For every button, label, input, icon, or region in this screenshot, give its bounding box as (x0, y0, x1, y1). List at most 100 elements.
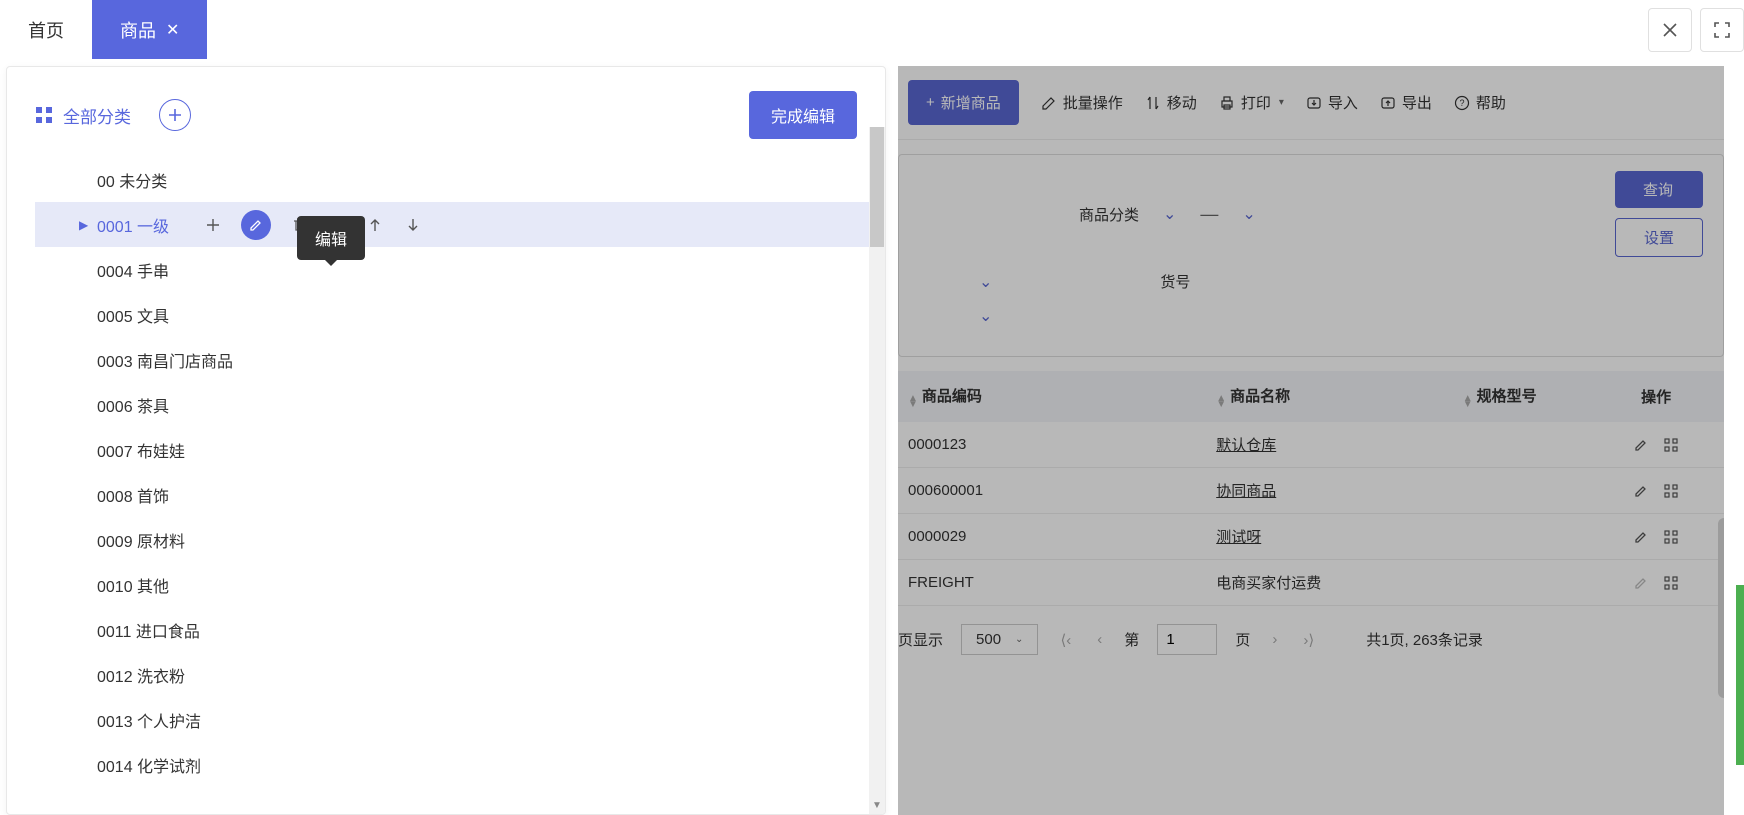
move-up-button[interactable] (365, 215, 385, 235)
page-input[interactable] (1157, 624, 1217, 655)
category-editor-panel: 全部分类 完成编辑 编辑 00 未分类 ▶ 0001 一级 0004 手串0005 文… (6, 66, 886, 815)
done-edit-button[interactable]: 完成编辑 (749, 91, 857, 139)
cell-code: 0000029 (898, 514, 1206, 560)
category-label: 0013 个人护洁 (97, 708, 201, 732)
category-item[interactable]: 0008 首饰 (35, 472, 879, 517)
edit-button[interactable] (241, 210, 271, 240)
all-categories-label[interactable]: 全部分类 (63, 103, 131, 128)
row-more-button[interactable] (1663, 483, 1679, 499)
category-item[interactable]: 0003 南昌门店商品 (35, 337, 879, 382)
fullscreen-button[interactable] (1700, 8, 1744, 52)
row-more-button[interactable] (1663, 437, 1679, 453)
col-name[interactable]: ▲▼商品名称 (1206, 371, 1453, 422)
category-item[interactable]: 00 未分类 (35, 157, 879, 202)
category-item[interactable]: 0011 进口食品 (35, 607, 879, 652)
page-label-before: 第 (1124, 629, 1139, 650)
category-item[interactable]: 0014 化学试剂 (35, 742, 879, 787)
table-row[interactable]: 000600001 协同商品 (898, 468, 1724, 514)
category-item[interactable]: ▶ 0001 一级 (35, 202, 879, 247)
filter-category-label: 商品分类 (1079, 204, 1139, 225)
page-label-after: 页 (1235, 629, 1250, 650)
col-code[interactable]: ▲▼商品编码 (898, 371, 1206, 422)
edit-tooltip: 编辑 (297, 216, 365, 260)
query-button[interactable]: 查询 (1615, 171, 1703, 208)
product-table: ▲▼商品编码 ▲▼商品名称 ▲▼规格型号 操作 0000123默认仓库00060… (898, 371, 1724, 606)
cell-ops (1588, 514, 1724, 560)
move-label: 移动 (1167, 92, 1197, 113)
category-item[interactable]: 0012 洗衣粉 (35, 652, 879, 697)
cell-name: 测试呀 (1206, 514, 1453, 560)
row-edit-button (1633, 575, 1649, 591)
table-row[interactable]: 0000029 测试呀 (898, 514, 1724, 560)
next-page-button[interactable]: › (1268, 631, 1281, 648)
move-down-button[interactable] (403, 215, 423, 235)
export-button[interactable]: 导出 (1380, 92, 1432, 113)
category-item[interactable]: 0009 原材料 (35, 517, 879, 562)
close-icon[interactable]: ✕ (166, 20, 179, 40)
category-item[interactable]: 0006 茶具 (35, 382, 879, 427)
caret-right-icon: ▶ (79, 218, 88, 232)
prev-page-button[interactable]: ‹ (1093, 631, 1106, 648)
import-button[interactable]: 导入 (1306, 92, 1358, 113)
pagination: 页显示 500 ⌄ ⟨‹ ‹ 第 页 › ›⟩ 共1页, 263条记录 (898, 606, 1724, 655)
sort-icon: ▲▼ (908, 396, 918, 408)
category-label: 0001 一级 (97, 213, 169, 237)
product-name-link[interactable]: 协同商品 (1216, 483, 1276, 500)
content-area: 全部分类 完成编辑 编辑 00 未分类 ▶ 0001 一级 0004 手串0005 文… (0, 60, 1744, 815)
add-product-button[interactable]: + 新增商品 (908, 80, 1019, 125)
export-icon (1380, 95, 1396, 111)
per-page-select[interactable]: 500 ⌄ (961, 624, 1038, 655)
category-item[interactable]: 0005 文具 (35, 292, 879, 337)
batch-ops-button[interactable]: 批量操作 (1041, 92, 1123, 113)
category-label: 0010 其他 (97, 573, 169, 597)
chevron-down-icon[interactable]: ⌄ (1163, 204, 1176, 224)
scrollbar-down-icon[interactable]: ▼ (869, 796, 885, 814)
chevron-down-icon[interactable]: ⌄ (1242, 204, 1255, 224)
filter-box: 商品分类 ⌄ — ⌄ 查询 设置 ⌄ 货号 ⌄ (898, 154, 1724, 357)
row-more-button[interactable] (1663, 529, 1679, 545)
row-more-button[interactable] (1663, 575, 1679, 591)
move-button[interactable]: 移动 (1145, 92, 1197, 113)
category-item[interactable]: 0010 其他 (35, 562, 879, 607)
export-label: 导出 (1402, 92, 1432, 113)
category-scrollbar[interactable]: ▼ (869, 127, 885, 814)
row-edit-button[interactable] (1633, 483, 1649, 499)
row-edit-button[interactable] (1633, 529, 1649, 545)
tabs-right-controls (1640, 0, 1744, 60)
print-button[interactable]: 打印 ▾ (1219, 92, 1284, 113)
table-row[interactable]: 0000123默认仓库 (898, 422, 1724, 468)
cell-code: FREIGHT (898, 560, 1206, 606)
close-all-button[interactable] (1648, 8, 1692, 52)
chevron-down-icon: ▾ (1279, 97, 1284, 108)
add-child-button[interactable] (203, 215, 223, 235)
category-item[interactable]: 0013 个人护洁 (35, 697, 879, 742)
settings-button[interactable]: 设置 (1615, 218, 1703, 257)
grid-icon (1663, 483, 1679, 499)
cell-code: 000600001 (898, 468, 1206, 514)
product-name-link[interactable]: 默认仓库 (1216, 437, 1276, 454)
category-item[interactable]: 0007 布娃娃 (35, 427, 879, 472)
plus-icon: + (926, 94, 935, 111)
row-edit-button[interactable] (1633, 437, 1649, 453)
chevron-down-icon[interactable]: ⌄ (979, 306, 992, 326)
last-page-button[interactable]: ›⟩ (1299, 631, 1318, 649)
category-list[interactable]: 00 未分类▶0001 一级0004 手串0005 文具0003 南昌门店商品0… (35, 157, 885, 797)
table-row[interactable]: FREIGHT电商买家付运费 (898, 560, 1724, 606)
table-scrollbar[interactable] (1718, 518, 1724, 698)
scrollbar-thumb[interactable] (870, 127, 884, 247)
product-name-link[interactable]: 测试呀 (1216, 529, 1261, 546)
chevron-down-icon[interactable]: ⌄ (979, 272, 992, 292)
cell-name: 协同商品 (1206, 468, 1453, 514)
import-icon (1306, 95, 1322, 111)
first-page-button[interactable]: ⟨‹ (1056, 631, 1075, 649)
col-spec[interactable]: ▲▼规格型号 (1453, 371, 1589, 422)
category-item[interactable]: 0004 手串 (35, 247, 879, 292)
cell-ops (1588, 422, 1724, 468)
add-category-button[interactable] (159, 99, 191, 131)
tab-home[interactable]: 首页 (0, 0, 92, 59)
cell-ops (1588, 468, 1724, 514)
tab-products[interactable]: 商品 ✕ (92, 0, 207, 59)
fullscreen-icon (1713, 21, 1731, 39)
category-label: 0011 进口食品 (97, 618, 200, 642)
help-button[interactable]: ? 帮助 (1454, 92, 1506, 113)
